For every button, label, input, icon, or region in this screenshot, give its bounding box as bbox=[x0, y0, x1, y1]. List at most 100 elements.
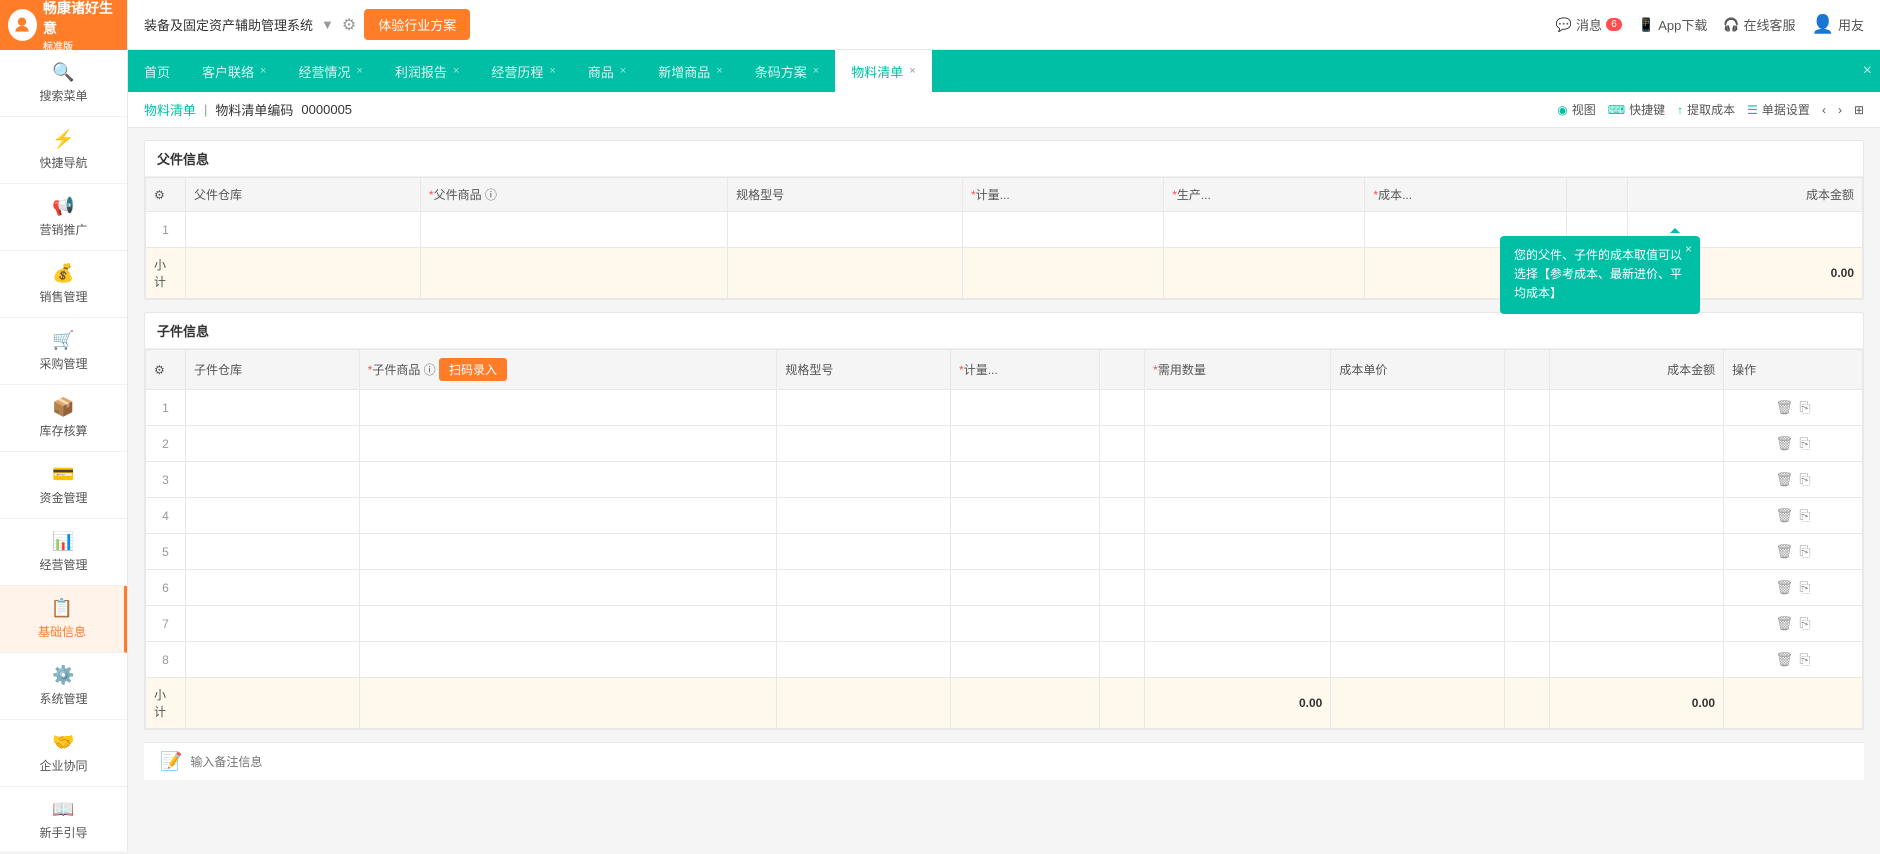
child-row8-qty[interactable] bbox=[1145, 642, 1331, 678]
sidebar-item-finance[interactable]: 💳 资金管理 bbox=[0, 452, 127, 519]
child-row2-goods[interactable] bbox=[359, 426, 777, 462]
parent-row-goods[interactable] bbox=[420, 212, 727, 248]
tab-barcode-close[interactable]: × bbox=[813, 65, 819, 77]
delete-icon[interactable]: 🗑 bbox=[1776, 471, 1794, 488]
child-row7-goods[interactable] bbox=[359, 606, 777, 642]
delete-icon[interactable]: 🗑 bbox=[1776, 615, 1794, 632]
child-row6-unit[interactable] bbox=[951, 570, 1100, 606]
delete-icon[interactable]: 🗑 bbox=[1776, 651, 1794, 668]
copy-icon[interactable]: ⎘ bbox=[1799, 615, 1810, 632]
message-btn[interactable]: 💬 消息 6 bbox=[1556, 15, 1622, 34]
tab-goods-close[interactable]: × bbox=[620, 65, 626, 77]
remark-input[interactable] bbox=[190, 755, 1848, 769]
child-row7-qty[interactable] bbox=[1145, 606, 1331, 642]
child-row4-unit[interactable] bbox=[951, 498, 1100, 534]
tab-customer-close[interactable]: × bbox=[260, 65, 266, 77]
trial-button[interactable]: 体验行业方案 bbox=[364, 9, 470, 40]
child-row1-unit[interactable] bbox=[951, 390, 1100, 426]
tooltip-close-btn[interactable]: × bbox=[1685, 240, 1692, 259]
child-row7-spec[interactable] bbox=[777, 606, 951, 642]
child-row8-unit-cost[interactable] bbox=[1331, 642, 1505, 678]
app-download-btn[interactable]: 📱 App下载 bbox=[1638, 15, 1707, 34]
child-row5-unit[interactable] bbox=[951, 534, 1100, 570]
child-row6-warehouse[interactable] bbox=[186, 570, 360, 606]
child-row5-unit-cost[interactable] bbox=[1331, 534, 1505, 570]
child-row2-unit-cost[interactable] bbox=[1331, 426, 1505, 462]
child-row2-spec[interactable] bbox=[777, 426, 951, 462]
sidebar-item-purchase[interactable]: 🛒 采购管理 bbox=[0, 318, 127, 385]
dropdown-arrow-icon[interactable]: ▼ bbox=[321, 17, 334, 32]
child-row3-spec[interactable] bbox=[777, 462, 951, 498]
child-row6-goods[interactable] bbox=[359, 570, 777, 606]
tab-new-goods[interactable]: 新增商品 × bbox=[642, 50, 738, 92]
child-row2-qty[interactable] bbox=[1145, 426, 1331, 462]
child-row4-unit-cost[interactable] bbox=[1331, 498, 1505, 534]
parent-row-produce[interactable] bbox=[1164, 212, 1365, 248]
extract-cost-btn[interactable]: ↑ 提取成本 bbox=[1677, 101, 1735, 118]
parent-row-unit[interactable] bbox=[962, 212, 1163, 248]
child-row3-unit-cost[interactable] bbox=[1331, 462, 1505, 498]
nav-prev-btn[interactable]: ‹ bbox=[1822, 103, 1826, 117]
delete-icon[interactable]: 🗑 bbox=[1776, 435, 1794, 452]
child-row8-goods[interactable] bbox=[359, 642, 777, 678]
tab-bom[interactable]: 物料清单 × bbox=[835, 50, 931, 92]
sidebar-item-marketing[interactable]: 📢 营销推广 bbox=[0, 184, 127, 251]
copy-icon[interactable]: ⎘ bbox=[1799, 507, 1810, 524]
tab-history-close[interactable]: × bbox=[549, 65, 555, 77]
settings-icon[interactable]: ⚙ bbox=[342, 15, 356, 35]
parent-row-warehouse[interactable] bbox=[186, 212, 421, 248]
copy-icon[interactable]: ⎘ bbox=[1799, 579, 1810, 596]
child-row3-qty[interactable] bbox=[1145, 462, 1331, 498]
sidebar-item-system[interactable]: ⚙️ 系统管理 bbox=[0, 653, 127, 720]
child-row8-warehouse[interactable] bbox=[186, 642, 360, 678]
sidebar-item-basic-info[interactable]: 📋 基础信息 bbox=[0, 586, 127, 653]
child-row1-goods[interactable] bbox=[359, 390, 777, 426]
sidebar-item-operation[interactable]: 📊 经营管理 bbox=[0, 519, 127, 586]
user-btn[interactable]: 👤 用友 bbox=[1812, 14, 1864, 35]
single-settings-btn[interactable]: ☰ 单据设置 bbox=[1747, 101, 1810, 118]
child-row1-qty[interactable] bbox=[1145, 390, 1331, 426]
child-row1-unit-cost[interactable] bbox=[1331, 390, 1505, 426]
tab-profit[interactable]: 利润报告 × bbox=[379, 50, 475, 92]
scan-input-btn[interactable]: 扫码录入 bbox=[439, 358, 507, 381]
tab-customer[interactable]: 客户联络 × bbox=[186, 50, 282, 92]
child-row6-qty[interactable] bbox=[1145, 570, 1331, 606]
parent-row-spec[interactable] bbox=[728, 212, 963, 248]
tab-profit-close[interactable]: × bbox=[453, 65, 459, 77]
child-row2-warehouse[interactable] bbox=[186, 426, 360, 462]
view-btn[interactable]: ◉ 视图 bbox=[1557, 101, 1596, 118]
tab-new-goods-close[interactable]: × bbox=[716, 65, 722, 77]
tab-barcode[interactable]: 条码方案 × bbox=[739, 50, 835, 92]
copy-icon[interactable]: ⎘ bbox=[1799, 543, 1810, 560]
child-row4-goods[interactable] bbox=[359, 498, 777, 534]
tab-operation[interactable]: 经营情况 × bbox=[282, 50, 378, 92]
tab-history[interactable]: 经营历程 × bbox=[475, 50, 571, 92]
delete-icon[interactable]: 🗑 bbox=[1776, 399, 1794, 416]
sidebar-item-inventory[interactable]: 📦 库存核算 bbox=[0, 385, 127, 452]
child-row4-warehouse[interactable] bbox=[186, 498, 360, 534]
child-row5-spec[interactable] bbox=[777, 534, 951, 570]
copy-icon[interactable]: ⎘ bbox=[1799, 651, 1810, 668]
sidebar-item-guide[interactable]: 📖 新手引导 bbox=[0, 787, 127, 854]
child-row2-unit[interactable] bbox=[951, 426, 1100, 462]
delete-icon[interactable]: 🗑 bbox=[1776, 579, 1794, 596]
grid-view-btn[interactable]: ⊞ bbox=[1854, 103, 1864, 117]
child-row8-spec[interactable] bbox=[777, 642, 951, 678]
child-row6-spec[interactable] bbox=[777, 570, 951, 606]
tab-close-all-btn[interactable]: × bbox=[1855, 50, 1880, 92]
shortcut-btn[interactable]: ⌨ 快捷键 bbox=[1608, 101, 1665, 118]
child-row7-unit-cost[interactable] bbox=[1331, 606, 1505, 642]
child-row7-warehouse[interactable] bbox=[186, 606, 360, 642]
tab-bom-close[interactable]: × bbox=[909, 65, 915, 77]
child-row5-qty[interactable] bbox=[1145, 534, 1331, 570]
sidebar-item-sales[interactable]: 💰 销售管理 bbox=[0, 251, 127, 318]
child-row4-qty[interactable] bbox=[1145, 498, 1331, 534]
sidebar-item-enterprise[interactable]: 🤝 企业协同 bbox=[0, 720, 127, 787]
breadcrumb-parent[interactable]: 物料清单 bbox=[144, 100, 196, 119]
child-col-settings[interactable]: ⚙ bbox=[146, 350, 186, 390]
child-row3-unit[interactable] bbox=[951, 462, 1100, 498]
delete-icon[interactable]: 🗑 bbox=[1776, 543, 1794, 560]
copy-icon[interactable]: ⎘ bbox=[1799, 399, 1810, 416]
tab-operation-close[interactable]: × bbox=[356, 65, 362, 77]
nav-next-btn[interactable]: › bbox=[1838, 103, 1842, 117]
